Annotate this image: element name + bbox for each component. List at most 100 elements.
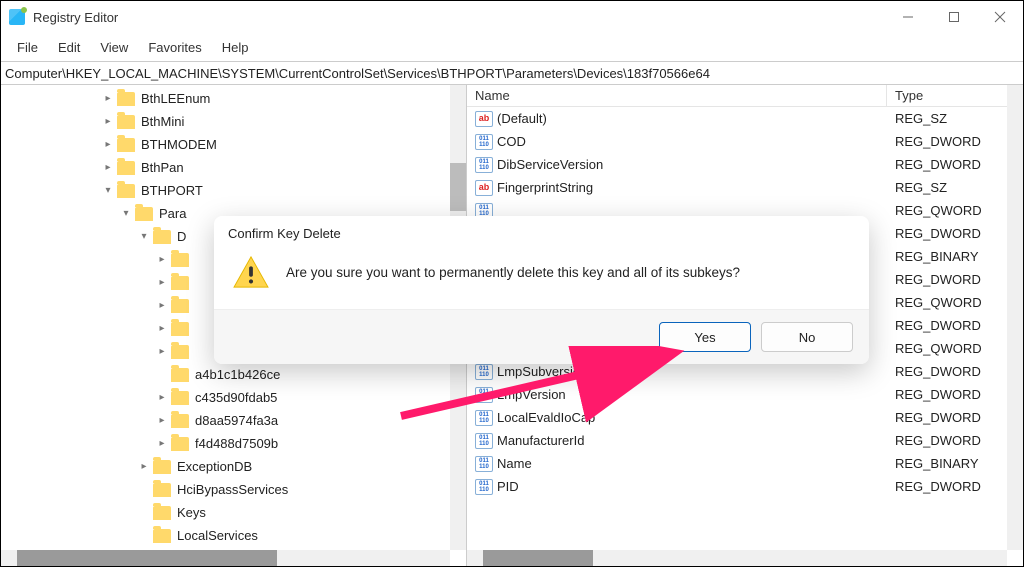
tree-horizontal-scrollbar[interactable] xyxy=(1,550,450,566)
folder-icon xyxy=(153,460,171,474)
tree-row[interactable]: ▸BthMini xyxy=(101,110,466,133)
yes-button[interactable]: Yes xyxy=(659,322,751,352)
value-name-cell: 011 110LmpSubversion xyxy=(467,364,887,380)
list-row[interactable]: 011 110NameREG_BINARY xyxy=(467,452,1023,475)
tree-row[interactable]: HciBypassServices xyxy=(101,478,466,501)
binary-value-icon: 011 110 xyxy=(475,456,493,472)
window-title: Registry Editor xyxy=(33,10,885,25)
chevron-right-icon[interactable]: ▸ xyxy=(101,162,115,173)
tree-label: ExceptionDB xyxy=(177,459,252,474)
tree-row[interactable]: ▸d8aa5974fa3a xyxy=(101,409,466,432)
column-type-header[interactable]: Type xyxy=(887,85,1023,106)
value-type-cell: REG_QWORD xyxy=(887,203,1023,218)
menu-help[interactable]: Help xyxy=(212,36,259,59)
value-name: DibServiceVersion xyxy=(497,157,603,172)
value-type-cell: REG_DWORD xyxy=(887,387,1023,402)
no-button[interactable]: No xyxy=(761,322,853,352)
list-row[interactable]: 011 110DibServiceVersionREG_DWORD xyxy=(467,153,1023,176)
folder-icon xyxy=(135,207,153,221)
list-row[interactable]: 011 110PIDREG_DWORD xyxy=(467,475,1023,498)
list-row[interactable]: 011 110LocalEvaldIoCapREG_DWORD xyxy=(467,406,1023,429)
menu-edit[interactable]: Edit xyxy=(48,36,90,59)
tree-row[interactable]: ▾BTHPORT xyxy=(101,179,466,202)
chevron-down-icon[interactable]: ▾ xyxy=(119,208,133,219)
chevron-right-icon[interactable]: ▸ xyxy=(155,300,169,311)
folder-icon xyxy=(171,368,189,382)
tree-label: BthLEEnum xyxy=(141,91,210,106)
tree-row[interactable]: Keys xyxy=(101,501,466,524)
tree-label: LocalServices xyxy=(177,528,258,543)
list-row[interactable]: ab(Default)REG_SZ xyxy=(467,107,1023,130)
address-bar[interactable]: Computer\HKEY_LOCAL_MACHINE\SYSTEM\Curre… xyxy=(1,61,1023,85)
tree-hscroll-thumb[interactable] xyxy=(17,550,277,566)
chevron-right-icon[interactable]: ▸ xyxy=(155,392,169,403)
chevron-down-icon[interactable]: ▾ xyxy=(101,185,115,196)
value-name: LocalEvaldIoCap xyxy=(497,410,595,425)
value-type-cell: REG_SZ xyxy=(887,180,1023,195)
list-row[interactable]: 011 110CODREG_DWORD xyxy=(467,130,1023,153)
chevron-right-icon[interactable]: ▸ xyxy=(101,93,115,104)
close-button[interactable] xyxy=(977,1,1023,33)
tree-row[interactable]: ▸ BTHMODEM xyxy=(101,133,466,156)
menu-favorites[interactable]: Favorites xyxy=(138,36,211,59)
value-type-cell: REG_DWORD xyxy=(887,226,1023,241)
tree-row[interactable]: a4b1c1b426ce xyxy=(101,363,466,386)
folder-icon xyxy=(171,437,189,451)
value-name-cell: 011 110ManufacturerId xyxy=(467,433,887,449)
tree-label: c435d90fdab5 xyxy=(195,390,277,405)
tree-vscroll-thumb[interactable] xyxy=(450,163,466,211)
value-type-cell: REG_QWORD xyxy=(887,341,1023,356)
folder-icon xyxy=(153,230,171,244)
tree-row[interactable]: LocalServices xyxy=(101,524,466,547)
value-type-cell: REG_SZ xyxy=(887,111,1023,126)
tree-row[interactable]: ▸BthPan xyxy=(101,156,466,179)
chevron-right-icon[interactable]: ▸ xyxy=(155,277,169,288)
tree-label: Keys xyxy=(177,505,206,520)
value-name-cell: 011 110COD xyxy=(467,134,887,150)
menu-view[interactable]: View xyxy=(90,36,138,59)
tree-row[interactable]: ▸ ExceptionDB xyxy=(101,455,466,478)
menu-file[interactable]: File xyxy=(7,36,48,59)
value-type-cell: REG_BINARY xyxy=(887,249,1023,264)
window-buttons xyxy=(885,1,1023,33)
chevron-right-icon[interactable]: ▸ xyxy=(155,254,169,265)
maximize-button[interactable] xyxy=(931,1,977,33)
list-vertical-scrollbar[interactable] xyxy=(1007,85,1023,550)
list-horizontal-scrollbar[interactable] xyxy=(467,550,1007,566)
chevron-down-icon[interactable]: ▾ xyxy=(137,231,151,242)
tree-label: HciBypassServices xyxy=(177,482,288,497)
chevron-right-icon[interactable]: ▸ xyxy=(155,346,169,357)
value-type-cell: REG_QWORD xyxy=(887,295,1023,310)
chevron-right-icon[interactable]: ▸ xyxy=(155,438,169,449)
list-hscroll-thumb[interactable] xyxy=(483,550,593,566)
chevron-right-icon[interactable]: ▸ xyxy=(101,139,115,150)
value-name-cell: abFingerprintString xyxy=(467,180,887,196)
chevron-right-icon[interactable]: ▸ xyxy=(137,461,151,472)
string-value-icon: ab xyxy=(475,180,493,196)
list-row[interactable]: 011 110LmpVersionREG_DWORD xyxy=(467,383,1023,406)
list-row[interactable]: 011 110ManufacturerIdREG_DWORD xyxy=(467,429,1023,452)
tree-label: BTHMODEM xyxy=(141,137,217,152)
folder-icon xyxy=(171,299,189,313)
folder-icon xyxy=(171,276,189,290)
binary-value-icon: 011 110 xyxy=(475,364,493,380)
tree-row[interactable]: ▸ c435d90fdab5 xyxy=(101,386,466,409)
binary-value-icon: 011 110 xyxy=(475,157,493,173)
value-name-cell: 011 110LmpVersion xyxy=(467,387,887,403)
folder-icon xyxy=(171,322,189,336)
tree-row[interactable]: ▸f4d488d7509b xyxy=(101,432,466,455)
value-name-cell: 011 110LocalEvaldIoCap xyxy=(467,410,887,426)
titlebar: Registry Editor xyxy=(1,1,1023,33)
tree-label: a4b1c1b426ce xyxy=(195,367,280,382)
confirm-delete-dialog: Confirm Key Delete Are you sure you want… xyxy=(214,216,869,364)
folder-icon xyxy=(171,391,189,405)
list-row[interactable]: abFingerprintStringREG_SZ xyxy=(467,176,1023,199)
folder-icon xyxy=(117,115,135,129)
binary-value-icon: 011 110 xyxy=(475,387,493,403)
minimize-button[interactable] xyxy=(885,1,931,33)
tree-row[interactable]: ▸ BthLEEnum xyxy=(101,87,466,110)
chevron-right-icon[interactable]: ▸ xyxy=(155,323,169,334)
chevron-right-icon[interactable]: ▸ xyxy=(101,116,115,127)
column-name-header[interactable]: Name xyxy=(467,85,887,106)
chevron-right-icon[interactable]: ▸ xyxy=(155,415,169,426)
